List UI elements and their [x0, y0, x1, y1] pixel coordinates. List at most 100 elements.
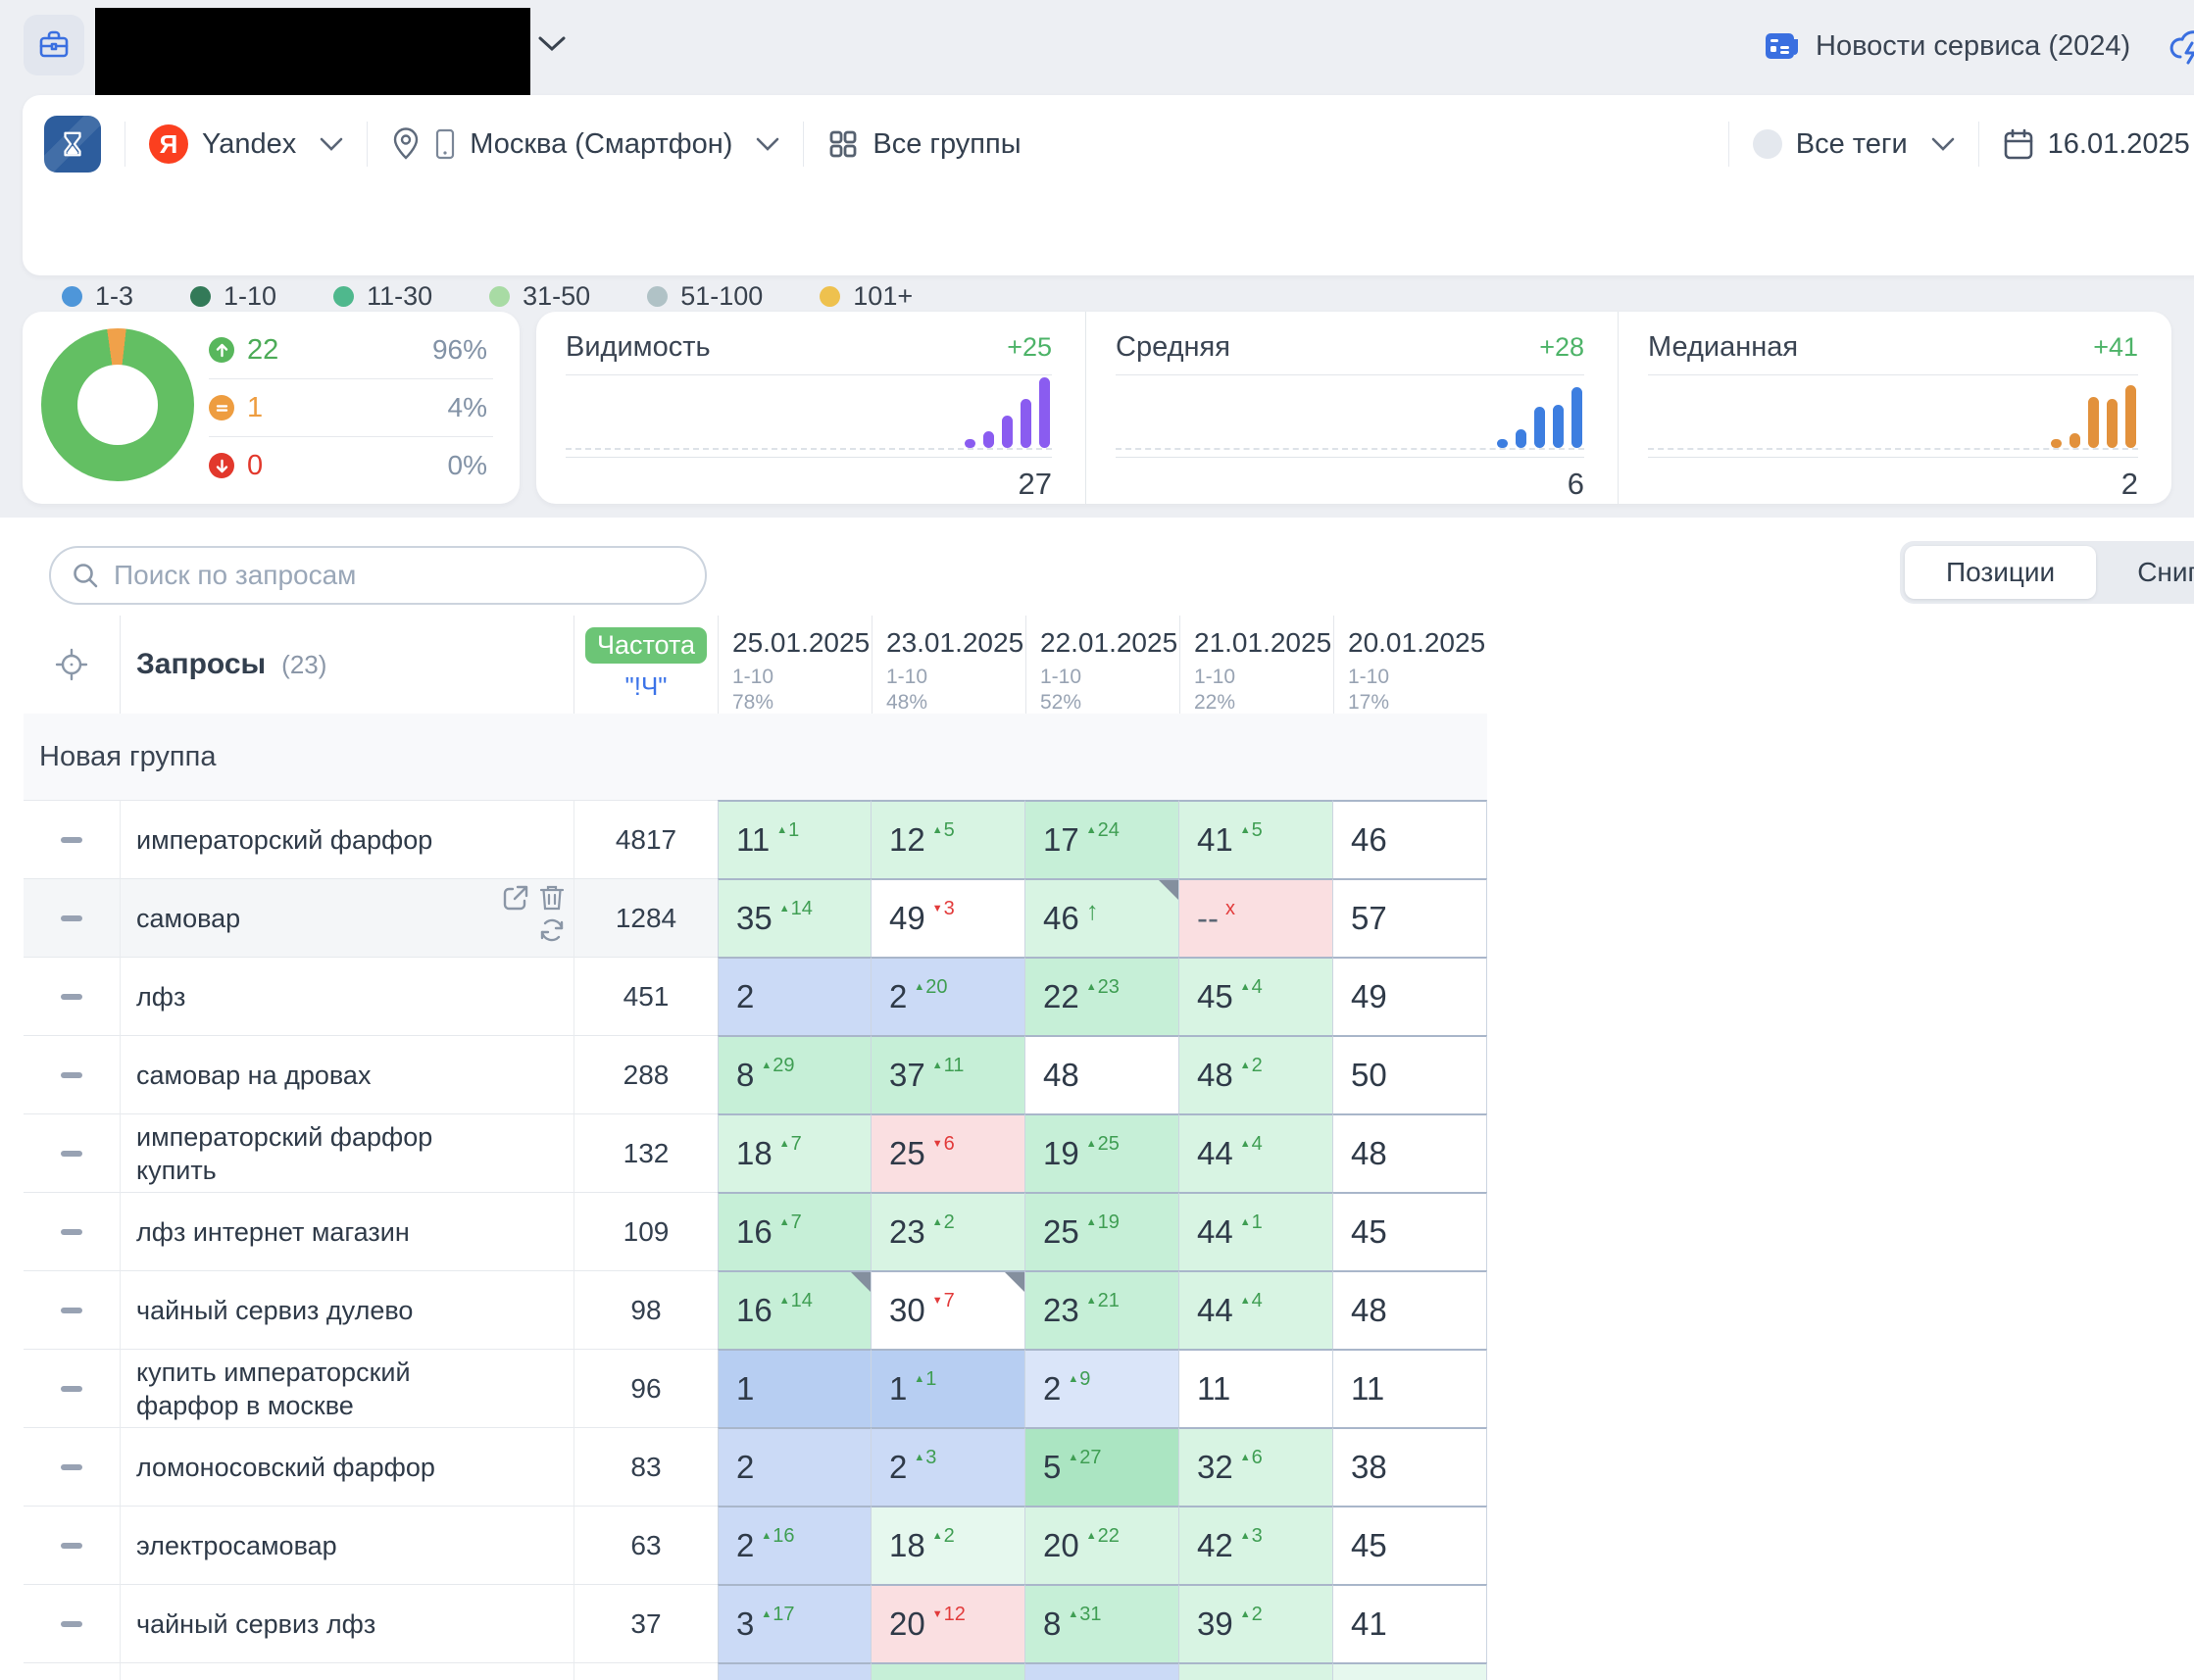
header-frequency[interactable]: Частота "!Ч"	[573, 616, 718, 714]
position-cell[interactable]: 25 ▼6	[872, 1113, 1025, 1192]
position-cell[interactable]: 11 ▲1	[718, 800, 872, 878]
drag-handle-icon[interactable]	[61, 1542, 82, 1549]
position-cell[interactable]: 2 ▲20	[872, 957, 1025, 1035]
position-cell[interactable]: 32 ▲6	[1179, 1427, 1333, 1506]
app-logo-hourglass-icon[interactable]	[44, 116, 101, 173]
position-cell[interactable]: 46 ↑	[1025, 878, 1179, 957]
position-cell[interactable]: 37 ▲11	[872, 1035, 1025, 1113]
position-cell[interactable]: 45	[1333, 1506, 1487, 1584]
metric-average[interactable]: Средняя +28 6	[1085, 312, 1618, 504]
position-cell[interactable]: 20 ▼12	[872, 1584, 1025, 1662]
tab-positions[interactable]: Позиции	[1905, 546, 2097, 599]
position-cell[interactable]: 45	[1333, 1192, 1487, 1270]
query-cell[interactable]: лфз интернет магазин	[120, 1192, 573, 1270]
position-cell[interactable]: 48	[1025, 1035, 1179, 1113]
query-cell[interactable]: электросамовар	[120, 1506, 573, 1584]
position-cell[interactable]: 25 ▲19	[1025, 1192, 1179, 1270]
groups-selector[interactable]: Все группы	[827, 128, 1022, 161]
drag-handle-icon[interactable]	[61, 1150, 82, 1157]
trash-icon[interactable]	[538, 883, 566, 913]
position-cell[interactable]: 49	[1333, 957, 1487, 1035]
position-cell[interactable]: 1	[718, 1349, 872, 1427]
drag-handle-icon[interactable]	[61, 1463, 82, 1470]
query-cell[interactable]: лфз	[120, 957, 573, 1035]
header-date-column[interactable]: 25.01.2025 1-10 78%	[718, 616, 872, 714]
position-cell[interactable]: 2	[718, 1427, 872, 1506]
cloud-lightning-icon[interactable]	[2169, 25, 2194, 67]
drag-handle-icon[interactable]	[61, 1307, 82, 1313]
query-search-box[interactable]	[49, 546, 707, 605]
position-cell[interactable]: 22 ▲23	[1025, 957, 1179, 1035]
projects-button[interactable]	[24, 15, 84, 75]
position-cell[interactable]: 16 ▲7	[718, 1192, 872, 1270]
position-cell[interactable]: 16 ▲14	[718, 1270, 872, 1349]
redacted-project-name[interactable]	[95, 8, 530, 102]
position-cell[interactable]: 5 ▲27	[1025, 1427, 1179, 1506]
position-cell[interactable]: 18 ▲7	[718, 1113, 872, 1192]
position-cell[interactable]: 11	[1333, 1349, 1487, 1427]
group-header[interactable]: Новая группа	[24, 714, 1487, 800]
position-cell[interactable]: 42 ▲3	[1179, 1506, 1333, 1584]
position-cell[interactable]: 17 ▲24	[1025, 800, 1179, 878]
position-cell[interactable]: 44 ▲1	[1179, 1192, 1333, 1270]
tab-snippets[interactable]: Снип	[2096, 546, 2194, 599]
drag-handle-icon[interactable]	[61, 1071, 82, 1078]
open-external-icon[interactable]	[501, 883, 530, 913]
position-cell[interactable]: 23 ▲2	[872, 1192, 1025, 1270]
position-cell[interactable]: -- x	[1179, 878, 1333, 957]
position-cell[interactable]: 30 ▼7	[872, 1270, 1025, 1349]
position-cell[interactable]: 45 ▲4	[1179, 957, 1333, 1035]
header-queries[interactable]: Запросы (23)	[120, 616, 573, 714]
position-cell[interactable]: 20 ▲22	[1025, 1506, 1179, 1584]
position-cell[interactable]: 44 ▲4	[1179, 1113, 1333, 1192]
position-cell[interactable]	[1179, 1662, 1333, 1680]
position-cell[interactable]: 3 ▲17	[718, 1584, 872, 1662]
search-engine-selector[interactable]: Я Yandex	[149, 124, 343, 164]
position-cell[interactable]: 12 ▲5	[872, 800, 1025, 878]
position-cell[interactable]: 18 ▲2	[872, 1506, 1025, 1584]
position-cell[interactable]: 11	[1179, 1349, 1333, 1427]
header-target-cell[interactable]	[24, 616, 120, 714]
drag-handle-icon[interactable]	[61, 836, 82, 843]
position-cell[interactable]	[1025, 1662, 1179, 1680]
search-input[interactable]	[114, 560, 705, 591]
position-cell[interactable]: 8 ▲31	[1025, 1584, 1179, 1662]
position-cell[interactable]: 2 ▲9	[1025, 1349, 1179, 1427]
position-cell[interactable]: 2 ▲3	[872, 1427, 1025, 1506]
date-range-picker[interactable]: 16.01.2025 –	[2003, 127, 2194, 161]
header-date-column[interactable]: 20.01.2025 1-10 17%	[1333, 616, 1487, 714]
position-cell[interactable]: 46	[1333, 800, 1487, 878]
drag-handle-icon[interactable]	[61, 993, 82, 1000]
query-cell[interactable]: императорский фарфор	[120, 800, 573, 878]
position-cell[interactable]: 44 ▲4	[1179, 1270, 1333, 1349]
position-cell[interactable]: 38	[1333, 1427, 1487, 1506]
position-cell[interactable]	[718, 1662, 872, 1680]
query-cell[interactable]: купить императорский фарфор в москве	[120, 1349, 573, 1427]
position-cell[interactable]: 57	[1333, 878, 1487, 957]
position-cell[interactable]: 39 ▲2	[1179, 1584, 1333, 1662]
query-cell[interactable]: чайный сервиз лфз	[120, 1584, 573, 1662]
tags-selector[interactable]: Все теги	[1752, 128, 1955, 161]
query-cell[interactable]: самовар на дровах	[120, 1035, 573, 1113]
drag-handle-icon[interactable]	[61, 1228, 82, 1235]
query-cell[interactable]: самовар	[120, 878, 573, 957]
position-cell[interactable]: 2	[718, 957, 872, 1035]
header-date-column[interactable]: 21.01.2025 1-10 22%	[1179, 616, 1333, 714]
metric-median[interactable]: Медианная +41 2	[1618, 312, 2171, 504]
query-cell[interactable]	[120, 1662, 573, 1680]
position-cell[interactable]: 48	[1333, 1270, 1487, 1349]
position-cell[interactable]: 35 ▲14	[718, 878, 872, 957]
drag-handle-icon[interactable]	[61, 1385, 82, 1392]
query-cell[interactable]: императорский фарфор купить	[120, 1113, 573, 1192]
region-selector[interactable]: Москва (Смартфон)	[391, 127, 779, 161]
position-cell[interactable]: 8 ▲29	[718, 1035, 872, 1113]
position-cell[interactable]: 1 ▲1	[872, 1349, 1025, 1427]
service-news-link[interactable]: Новости сервиса (2024)	[1763, 27, 2130, 65]
position-cell[interactable]: 41 ▲5	[1179, 800, 1333, 878]
header-date-column[interactable]: 22.01.2025 1-10 52%	[1025, 616, 1179, 714]
query-cell[interactable]: чайный сервиз дулево	[120, 1270, 573, 1349]
position-cell[interactable]: 48 ▲2	[1179, 1035, 1333, 1113]
position-cell[interactable]: 19 ▲25	[1025, 1113, 1179, 1192]
position-cell[interactable]: 41	[1333, 1584, 1487, 1662]
metric-visibility[interactable]: Видимость +25 27	[536, 312, 1085, 504]
